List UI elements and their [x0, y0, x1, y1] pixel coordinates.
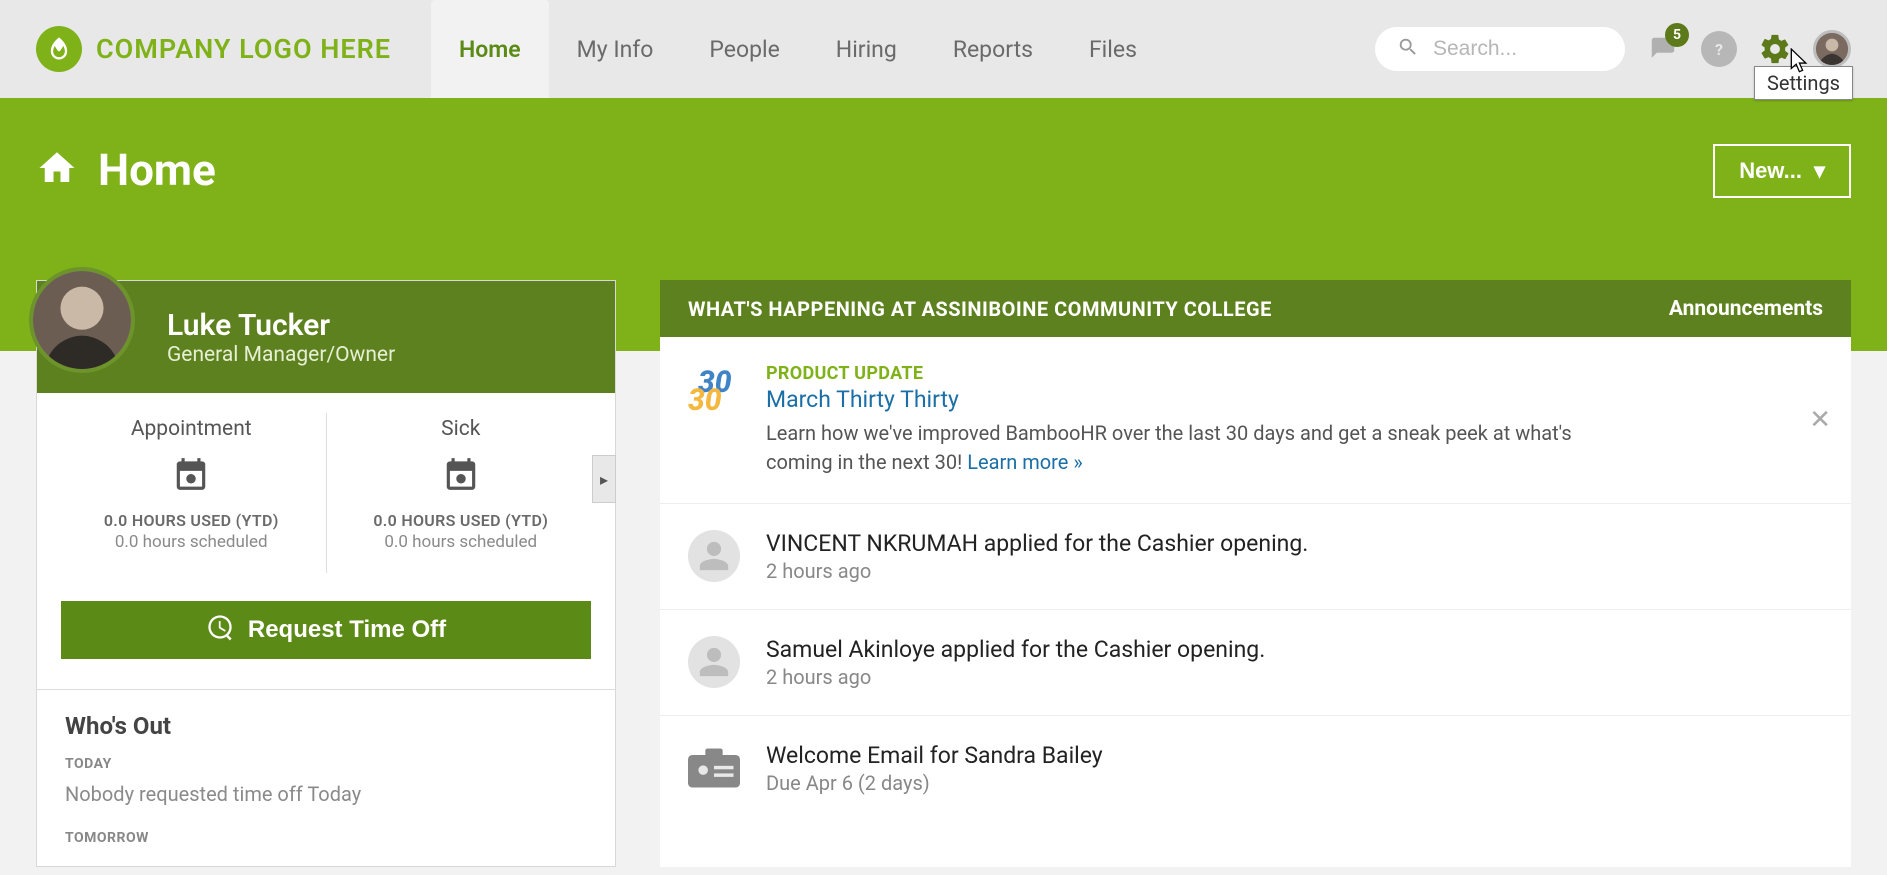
- feed-text: Samuel Akinloye applied for the Cashier …: [766, 636, 1823, 663]
- feed-body: 3030 PRODUCT UPDATE March Thirty Thirty …: [660, 337, 1851, 821]
- learn-more-link[interactable]: Learn more »: [967, 450, 1083, 474]
- profile-name: Luke Tucker: [167, 308, 395, 343]
- home-icon: [36, 147, 78, 193]
- pto-label: Appointment: [57, 417, 326, 441]
- product-update-body: Learn how we've improved BambooHR over t…: [766, 421, 1572, 474]
- search-box[interactable]: [1375, 27, 1625, 71]
- logo-text: COMPANY LOGO HERE: [96, 33, 391, 65]
- request-label: Request Time Off: [248, 616, 446, 644]
- page-title: Home: [98, 144, 216, 196]
- nav-links: Home My Info People Hiring Reports Files: [431, 0, 1165, 98]
- pto-next-button[interactable]: ▸: [592, 455, 616, 503]
- user-avatar-large[interactable]: [29, 267, 135, 373]
- whos-out-tomorrow-label: TOMORROW: [65, 830, 587, 846]
- search-icon: [1397, 36, 1419, 62]
- nav-link-files[interactable]: Files: [1061, 0, 1165, 98]
- nav-link-reports[interactable]: Reports: [925, 0, 1061, 98]
- user-avatar-small[interactable]: [1813, 30, 1851, 68]
- settings-tooltip: Settings: [1754, 66, 1853, 100]
- product-update-badge: PRODUCT UPDATE: [766, 363, 1823, 384]
- top-nav: COMPANY LOGO HERE Home My Info People Hi…: [0, 0, 1887, 98]
- feed-time: 2 hours ago: [766, 665, 1823, 689]
- calendar-icon: [442, 478, 480, 497]
- close-icon[interactable]: ✕: [1809, 405, 1831, 435]
- nav-link-home[interactable]: Home: [431, 0, 549, 98]
- thirty-thirty-icon: 3030: [688, 363, 740, 415]
- content-row: Luke Tucker General Manager/Owner Appoin…: [36, 280, 1851, 867]
- announcements-link[interactable]: Announcements: [1669, 297, 1823, 321]
- nav-link-hiring[interactable]: Hiring: [808, 0, 925, 98]
- feed-item[interactable]: Welcome Email for Sandra Bailey Due Apr …: [660, 716, 1851, 821]
- profile-role: General Manager/Owner: [167, 343, 395, 367]
- feed-time: Due Apr 6 (2 days): [766, 771, 1823, 795]
- pto-used: 0.0 HOURS USED (YTD): [57, 511, 326, 530]
- pto-sick[interactable]: Sick 0.0 HOURS USED (YTD) 0.0 hours sche…: [327, 417, 596, 573]
- avatar-placeholder-icon: [688, 636, 740, 688]
- nav-link-people[interactable]: People: [681, 0, 807, 98]
- logo-mark-icon: [36, 26, 82, 72]
- product-update-title[interactable]: March Thirty Thirty: [766, 386, 1823, 413]
- inbox-badge: 5: [1665, 23, 1689, 47]
- feed-text: VINCENT NKRUMAH applied for the Cashier …: [766, 530, 1823, 557]
- request-time-off-button[interactable]: Request Time Off: [61, 601, 591, 659]
- feed-heading: WHAT'S HAPPENING AT ASSINIBOINE COMMUNIT…: [688, 297, 1272, 321]
- chevron-right-icon: ▸: [600, 470, 608, 489]
- feed-card: WHAT'S HAPPENING AT ASSINIBOINE COMMUNIT…: [660, 280, 1851, 867]
- clock-icon: [206, 613, 234, 648]
- feed-text: Welcome Email for Sandra Bailey: [766, 742, 1823, 769]
- pto-used: 0.0 HOURS USED (YTD): [327, 511, 596, 530]
- feed-time: 2 hours ago: [766, 559, 1823, 583]
- avatar-placeholder-icon: [688, 530, 740, 582]
- pto-scheduled: 0.0 hours scheduled: [327, 532, 596, 552]
- search-input[interactable]: [1433, 37, 1583, 61]
- whos-out-today-label: TODAY: [65, 756, 587, 772]
- feed-item-product-update: 3030 PRODUCT UPDATE March Thirty Thirty …: [660, 337, 1851, 504]
- pto-row: Appointment 0.0 HOURS USED (YTD) 0.0 hou…: [37, 393, 615, 573]
- whos-out-today-empty: Nobody requested time off Today: [65, 782, 587, 806]
- calendar-icon: [172, 478, 210, 497]
- chevron-down-icon: ▾: [1814, 158, 1825, 184]
- id-card-icon: [688, 742, 740, 794]
- feed-header: WHAT'S HAPPENING AT ASSINIBOINE COMMUNIT…: [660, 280, 1851, 337]
- nav-link-myinfo[interactable]: My Info: [549, 0, 682, 98]
- pto-scheduled: 0.0 hours scheduled: [57, 532, 326, 552]
- settings-button[interactable]: [1757, 31, 1793, 67]
- pto-label: Sick: [327, 417, 596, 441]
- feed-item[interactable]: Samuel Akinloye applied for the Cashier …: [660, 610, 1851, 716]
- inbox-button[interactable]: 5: [1645, 31, 1681, 67]
- product-update-desc: Learn how we've improved BambooHR over t…: [766, 419, 1586, 477]
- profile-card: Luke Tucker General Manager/Owner Appoin…: [36, 280, 616, 867]
- new-button-label: New...: [1739, 158, 1802, 184]
- logo[interactable]: COMPANY LOGO HERE: [36, 26, 391, 72]
- whos-out-title: Who's Out: [65, 712, 587, 740]
- pto-appointment[interactable]: Appointment 0.0 HOURS USED (YTD) 0.0 hou…: [57, 417, 326, 573]
- feed-item[interactable]: VINCENT NKRUMAH applied for the Cashier …: [660, 504, 1851, 610]
- nav-right: 5 ?: [1375, 27, 1851, 71]
- whos-out: Who's Out TODAY Nobody requested time of…: [37, 689, 615, 866]
- new-button[interactable]: New... ▾: [1713, 144, 1851, 198]
- help-button[interactable]: ?: [1701, 31, 1737, 67]
